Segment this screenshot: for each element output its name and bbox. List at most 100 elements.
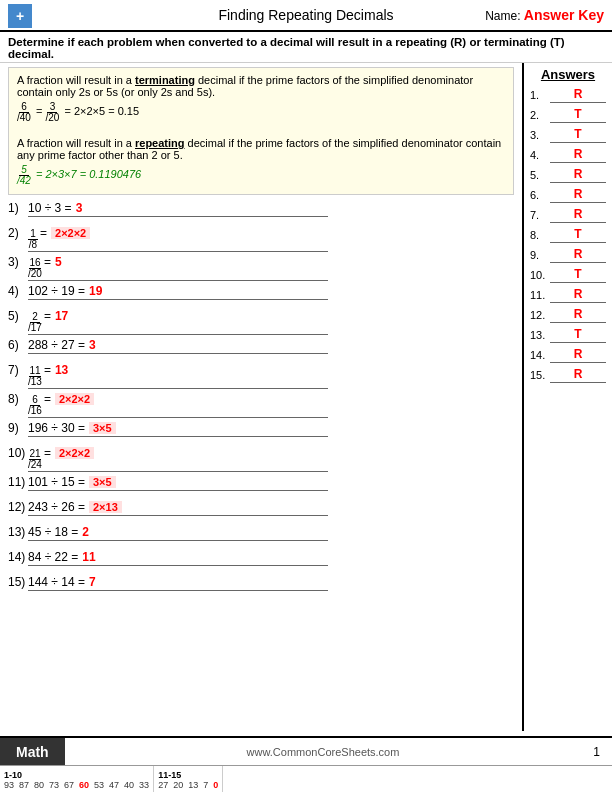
prob-num-2: 2) xyxy=(8,226,28,240)
prob-num-3: 3) xyxy=(8,255,28,269)
answer-row-8: 8. T xyxy=(530,226,606,244)
prob-text-13: 45 ÷ 18 = xyxy=(28,525,78,539)
ans-num-9: 9. xyxy=(530,249,550,261)
ans-val-15: R xyxy=(550,367,606,383)
answer-row-7: 7. R xyxy=(530,206,606,224)
ans-num-14: 14. xyxy=(530,349,550,361)
prob-answer-5: 17 xyxy=(55,309,68,323)
prob-answer-14: 11 xyxy=(82,550,95,564)
answer-row-9: 9. R xyxy=(530,246,606,264)
prob-content-14: 84 ÷ 22 = 11 xyxy=(28,550,328,566)
prob-answer-3: 5 xyxy=(55,255,62,269)
ans-num-1: 1. xyxy=(530,89,550,101)
ans-num-12: 12. xyxy=(530,309,550,321)
answer-row-5: 5. R xyxy=(530,166,606,184)
frac-6-16: 6 /16 xyxy=(28,395,42,416)
prob-content-9: 196 ÷ 30 = 3×5 xyxy=(28,421,328,437)
prob-answer-1: 3 xyxy=(76,201,83,215)
ans-num-10: 10. xyxy=(530,269,550,281)
prob-num-12: 12) xyxy=(8,500,28,514)
answer-row-1: 1. R xyxy=(530,86,606,104)
prob-num-1: 1) xyxy=(8,201,28,215)
problem-8: 8) 6 /16 = 2×2×2 xyxy=(8,392,514,418)
answer-row-10: 10. T xyxy=(530,266,606,284)
main-area: A fraction will result in a terminating … xyxy=(0,63,612,731)
terminating-label: terminating xyxy=(135,74,195,86)
ans-val-8: T xyxy=(550,227,606,243)
problem-13: 13) 45 ÷ 18 = 2 xyxy=(8,525,514,547)
ans-val-14: R xyxy=(550,347,606,363)
footer-url: www.CommonCoreSheets.com xyxy=(65,746,582,758)
prob-answer-7: 13 xyxy=(55,363,68,377)
prob-text-12: 243 ÷ 26 = xyxy=(28,500,85,514)
prob-answer-2: 2×2×2 xyxy=(51,227,90,239)
frac-5-42: 5 /42 xyxy=(17,165,31,186)
problem-3: 3) 16 /20 = 5 xyxy=(8,255,514,281)
frac-16-20: 16 /20 xyxy=(28,258,42,279)
answers-title: Answers xyxy=(530,67,606,82)
prob-num-10: 10) xyxy=(8,446,28,460)
ans-num-6: 6. xyxy=(530,189,550,201)
prob-content-10: 21 /24 = 2×2×2 xyxy=(28,446,328,472)
ans-val-3: T xyxy=(550,127,606,143)
ans-val-12: R xyxy=(550,307,606,323)
prob-answer-13: 2 xyxy=(82,525,89,539)
ans-num-7: 7. xyxy=(530,209,550,221)
ans-num-5: 5. xyxy=(530,169,550,181)
prob-text-14: 84 ÷ 22 = xyxy=(28,550,78,564)
frac-21-24: 21 /24 xyxy=(28,449,42,470)
answer-row-15: 15. R xyxy=(530,366,606,384)
problem-10: 10) 21 /24 = 2×2×2 xyxy=(8,446,514,472)
repeating-example: 5 /42 = 2×3×7 = 0.1190476 xyxy=(17,165,505,186)
problem-5: 5) 2 /17 = 17 xyxy=(8,309,514,335)
stat-col-1: 1-10 93 87 80 73 67 60 53 47 40 33 xyxy=(0,766,154,792)
prob-text-8: = xyxy=(44,392,51,406)
prob-text-11: 101 ÷ 15 = xyxy=(28,475,85,489)
problem-6: 6) 288 ÷ 27 = 3 xyxy=(8,338,514,360)
logo: + xyxy=(8,4,32,28)
ans-val-4: R xyxy=(550,147,606,163)
ans-num-4: 4. xyxy=(530,149,550,161)
answer-row-14: 14. R xyxy=(530,346,606,364)
prob-answer-4: 19 xyxy=(89,284,102,298)
frac-3-20: 3 /20 xyxy=(45,102,59,123)
prob-text-6: 288 ÷ 27 = xyxy=(28,338,85,352)
prob-answer-15: 7 xyxy=(89,575,96,589)
prob-answer-9: 3×5 xyxy=(89,422,116,434)
prob-content-6: 288 ÷ 27 = 3 xyxy=(28,338,328,354)
header: + Finding Repeating Decimals Name: Answe… xyxy=(0,0,612,32)
problem-7: 7) 11 /13 = 13 xyxy=(8,363,514,389)
problem-4: 4) 102 ÷ 19 = 19 xyxy=(8,284,514,306)
ans-num-2: 2. xyxy=(530,109,550,121)
prob-answer-12: 2×13 xyxy=(89,501,122,513)
prob-num-8: 8) xyxy=(8,392,28,406)
page-title: Finding Repeating Decimals xyxy=(218,7,393,23)
ans-num-13: 13. xyxy=(530,329,550,341)
ans-num-15: 15. xyxy=(530,369,550,381)
answer-row-11: 11. R xyxy=(530,286,606,304)
info-box: A fraction will result in a terminating … xyxy=(8,67,514,195)
prob-content-15: 144 ÷ 14 = 7 xyxy=(28,575,328,591)
ans-val-2: T xyxy=(550,107,606,123)
problem-2: 2) 1 /8 = 2×2×2 xyxy=(8,226,514,252)
ans-val-10: T xyxy=(550,267,606,283)
answer-row-2: 2. T xyxy=(530,106,606,124)
footer-page: 1 xyxy=(581,745,612,759)
prob-content-8: 6 /16 = 2×2×2 xyxy=(28,392,328,418)
prob-content-1: 10 ÷ 3 = 3 xyxy=(28,201,328,217)
footer-stats: 1-10 93 87 80 73 67 60 53 47 40 33 11-15… xyxy=(0,766,612,792)
prob-num-13: 13) xyxy=(8,525,28,539)
answer-row-6: 6. R xyxy=(530,186,606,204)
answer-row-3: 3. T xyxy=(530,126,606,144)
prob-answer-6: 3 xyxy=(89,338,96,352)
prob-text-1: 10 ÷ 3 = xyxy=(28,201,72,215)
problem-12: 12) 243 ÷ 26 = 2×13 xyxy=(8,500,514,522)
prob-num-5: 5) xyxy=(8,309,28,323)
problem-14: 14) 84 ÷ 22 = 11 xyxy=(8,550,514,572)
prob-text-7: = xyxy=(44,363,51,377)
prob-text-2: = xyxy=(40,226,47,240)
prob-num-7: 7) xyxy=(8,363,28,377)
prob-content-4: 102 ÷ 19 = 19 xyxy=(28,284,328,300)
terminating-rule: A fraction will result in a terminating … xyxy=(17,74,505,98)
frac-6-40: 6 /40 xyxy=(17,102,31,123)
